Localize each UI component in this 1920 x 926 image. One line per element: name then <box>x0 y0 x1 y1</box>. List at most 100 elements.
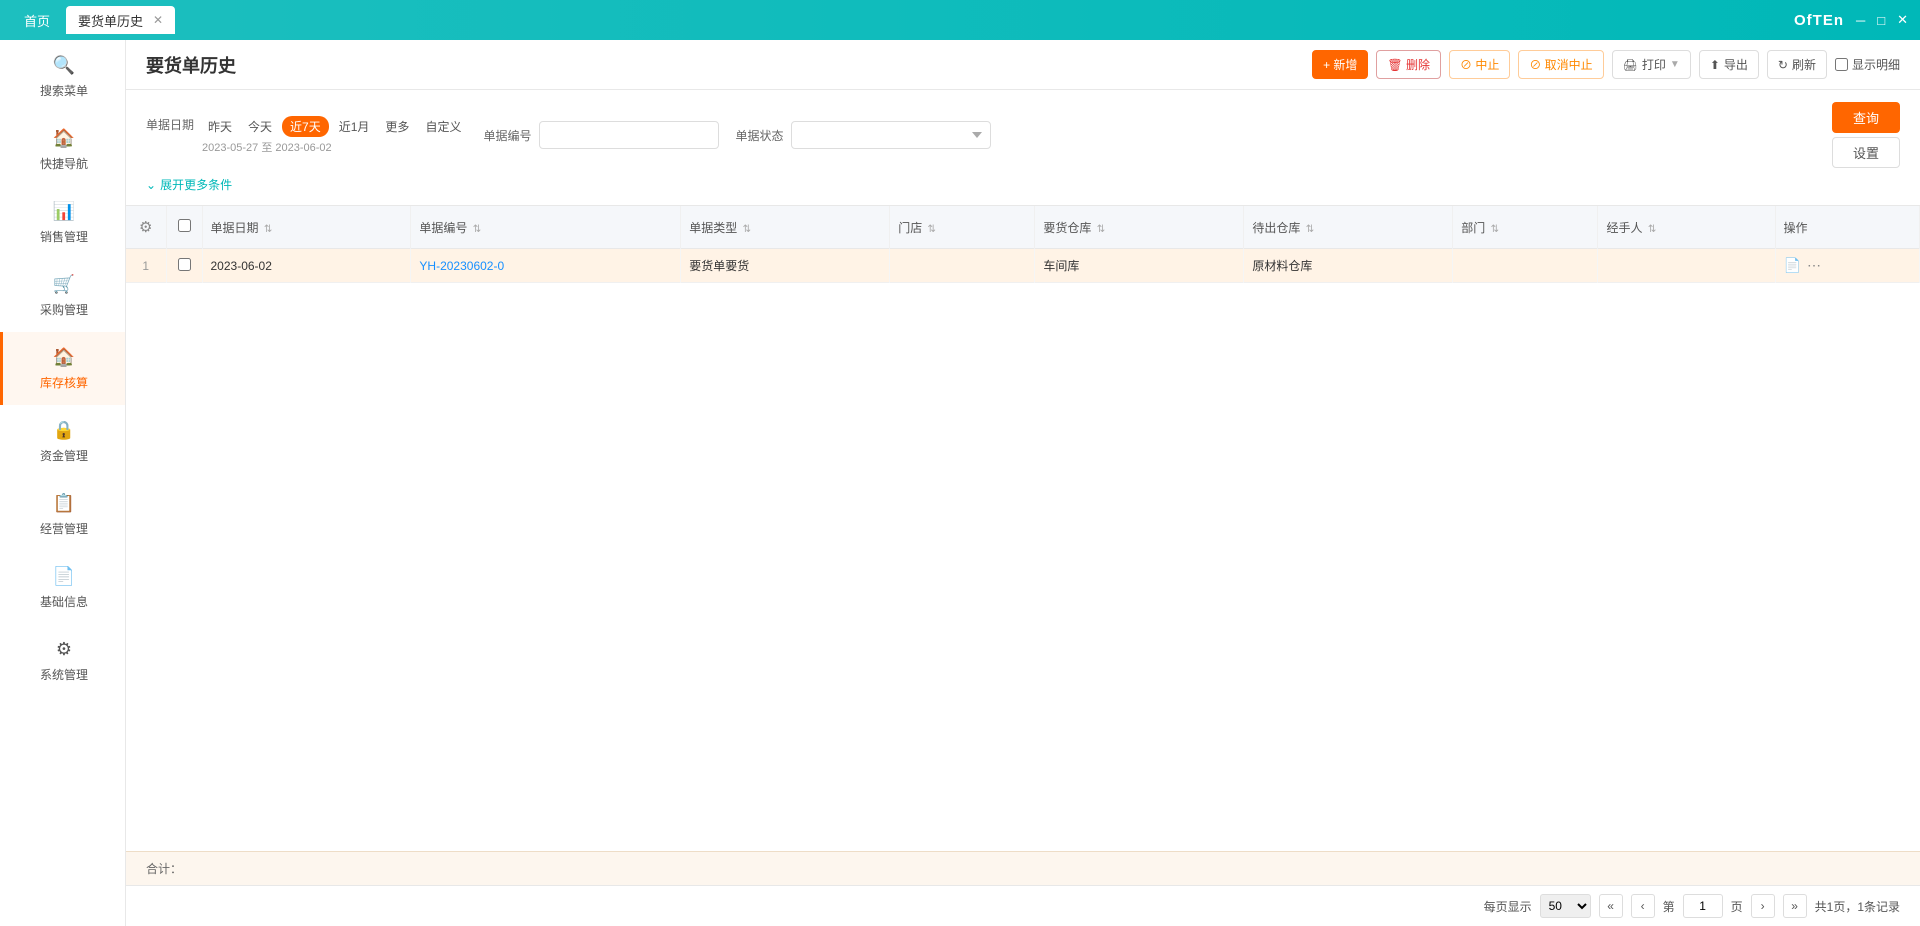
next-page-button[interactable]: › <box>1751 894 1775 918</box>
th-dept[interactable]: 部门 ⇅ <box>1453 206 1598 249</box>
home-tab[interactable]: 首页 <box>12 6 62 34</box>
sidebar-item-quicknav[interactable]: 🏠 快捷导航 <box>0 113 125 186</box>
total-info: 共1页，1条记录 <box>1815 898 1900 915</box>
export-icon: ⬆ <box>1710 58 1720 72</box>
first-page-button[interactable]: « <box>1599 894 1623 918</box>
status-label: 单据状态 <box>735 127 783 144</box>
page-size-select[interactable]: 10 20 50 100 <box>1540 894 1591 918</box>
sidebar: 🔍 搜索菜单 🏠 快捷导航 📊 销售管理 🛒 采购管理 🏠 库存核算 🔒 资金管… <box>0 40 126 926</box>
new-button[interactable]: + 新增 <box>1312 50 1368 79</box>
th-store[interactable]: 门店 ⇅ <box>890 206 1035 249</box>
active-tab[interactable]: 要货单历史 ✕ <box>66 6 175 34</box>
delete-button[interactable]: 🗑 删除 <box>1376 50 1441 79</box>
th-doctype[interactable]: 单据类型 ⇅ <box>681 206 890 249</box>
total-label: 合计： <box>146 862 182 876</box>
refresh-icon: ↻ <box>1778 58 1788 72</box>
sidebar-item-purchase[interactable]: 🛒 采购管理 <box>0 259 125 332</box>
cancel-stop-button[interactable]: ⊘ 取消中止 <box>1518 50 1603 79</box>
docno-filter-group: 单据编号 <box>483 121 719 149</box>
th-docno[interactable]: 单据编号 ⇅ <box>411 206 681 249</box>
system-icon: ⚙ <box>53 638 75 660</box>
display-detail-label[interactable]: 显示明细 <box>1835 56 1900 73</box>
filter-setting-button[interactable]: 设置 <box>1832 137 1900 168</box>
last-page-button[interactable]: » <box>1783 894 1807 918</box>
maximize-icon[interactable]: □ <box>1877 13 1885 28</box>
basic-info-icon: 📄 <box>53 565 75 587</box>
sidebar-item-system[interactable]: ⚙ 系统管理 <box>0 624 125 697</box>
th-handler[interactable]: 经手人 ⇅ <box>1598 206 1775 249</box>
sales-icon: 📊 <box>53 200 75 222</box>
th-doctype-label: 单据类型 <box>689 221 737 235</box>
date-more[interactable]: 更多 <box>379 116 415 137</box>
table-container: ⚙ 单据日期 ⇅ 单据编号 ⇅ <box>126 206 1920 851</box>
operations-icon: 📋 <box>53 492 75 514</box>
row-docno-link[interactable]: YH-20230602-0 <box>419 259 504 273</box>
display-detail-checkbox[interactable] <box>1835 58 1848 71</box>
column-settings-button[interactable]: ⚙ <box>137 216 154 238</box>
home-icon: 🏠 <box>53 127 75 149</box>
display-detail-text: 显示明细 <box>1852 56 1900 73</box>
row-select-checkbox[interactable] <box>178 258 191 271</box>
export-button[interactable]: ⬆ 导出 <box>1699 50 1759 79</box>
th-pending-warehouse[interactable]: 待出仓库 ⇅ <box>1244 206 1453 249</box>
th-date[interactable]: 单据日期 ⇅ <box>202 206 411 249</box>
page-number-input[interactable] <box>1683 894 1723 918</box>
row-dept <box>1453 249 1598 283</box>
sidebar-item-operations[interactable]: 📋 经营管理 <box>0 478 125 551</box>
row-date: 2023-06-02 <box>202 249 411 283</box>
footer-total: 合计： <box>126 851 1920 885</box>
date-today[interactable]: 今天 <box>242 116 278 137</box>
expand-more[interactable]: ⌄ 展开更多条件 <box>146 176 1900 193</box>
row-docno[interactable]: YH-20230602-0 <box>411 249 681 283</box>
sidebar-item-purchase-label: 采购管理 <box>40 301 88 318</box>
print-button[interactable]: 🖨 🖨 打印 打印 ▼ <box>1612 50 1691 79</box>
row-edit-icon[interactable]: 📄 <box>1784 257 1801 274</box>
query-button[interactable]: 查询 <box>1832 102 1900 133</box>
page-size-label: 每页显示 <box>1484 898 1532 915</box>
table-body: 1 2023-06-02 YH-20230602-0 要货单要货 车间库 原材料… <box>126 249 1920 283</box>
th-store-label: 门店 <box>898 221 922 235</box>
search-icon: 🔍 <box>53 54 75 76</box>
purchase-icon: 🛒 <box>53 273 75 295</box>
user-label: OfTEn <box>1794 12 1844 29</box>
date-7days[interactable]: 近7天 <box>282 116 329 137</box>
th-pending-warehouse-label: 待出仓库 <box>1252 221 1300 235</box>
expand-down-icon: ⌄ <box>146 178 156 192</box>
date-1month[interactable]: 近1月 <box>333 116 376 137</box>
th-checkbox[interactable] <box>166 206 202 249</box>
top-bar: 首页 要货单历史 ✕ OfTEn ─ □ ✕ <box>0 0 1920 40</box>
sidebar-item-finance[interactable]: 🔒 资金管理 <box>0 405 125 478</box>
close-tab-icon[interactable]: ✕ <box>153 13 163 27</box>
sidebar-item-inventory[interactable]: 🏠 库存核算 <box>0 332 125 405</box>
docno-input[interactable] <box>539 121 719 149</box>
filter-row: 单据日期 昨天 今天 近7天 近1月 更多 自定义 2023-05-27 至 2… <box>146 102 1900 168</box>
status-select[interactable] <box>791 121 991 149</box>
status-filter-group: 单据状态 <box>735 121 991 149</box>
sidebar-item-search[interactable]: 🔍 搜索菜单 <box>0 40 125 113</box>
th-settings[interactable]: ⚙ <box>126 206 166 249</box>
sidebar-item-sales[interactable]: 📊 销售管理 <box>0 186 125 259</box>
date-custom[interactable]: 自定义 <box>419 116 467 137</box>
select-all-checkbox[interactable] <box>178 219 191 232</box>
th-docno-label: 单据编号 <box>419 221 467 235</box>
sidebar-item-basic-info[interactable]: 📄 基础信息 <box>0 551 125 624</box>
stop-button[interactable]: ⊘ 中止 <box>1449 50 1510 79</box>
row-doctype: 要货单要货 <box>681 249 890 283</box>
date-filter-group: 单据日期 昨天 今天 近7天 近1月 更多 自定义 2023-05-27 至 2… <box>146 116 467 155</box>
page-unit: 页 <box>1731 898 1743 915</box>
close-window-icon[interactable]: ✕ <box>1897 12 1908 28</box>
date-options: 昨天 今天 近7天 近1月 更多 自定义 2023-05-27 至 2023-0… <box>202 116 467 155</box>
th-req-warehouse[interactable]: 要货仓库 ⇅ <box>1035 206 1244 249</box>
page-title: 要货单历史 <box>146 52 236 78</box>
sort-store-icon: ⇅ <box>928 224 936 235</box>
refresh-button[interactable]: ↻ 刷新 <box>1767 50 1827 79</box>
export-label: 导出 <box>1724 56 1748 73</box>
minimize-icon[interactable]: ─ <box>1856 13 1865 28</box>
main-layout: 🔍 搜索菜单 🏠 快捷导航 📊 销售管理 🛒 采购管理 🏠 库存核算 🔒 资金管… <box>0 40 1920 926</box>
row-checkbox[interactable] <box>166 249 202 283</box>
row-more-icon[interactable]: ⋯ <box>1807 257 1821 274</box>
date-yesterday[interactable]: 昨天 <box>202 116 238 137</box>
th-operation-label: 操作 <box>1784 221 1808 235</box>
prev-page-button[interactable]: ‹ <box>1631 894 1655 918</box>
th-operation: 操作 <box>1775 206 1919 249</box>
